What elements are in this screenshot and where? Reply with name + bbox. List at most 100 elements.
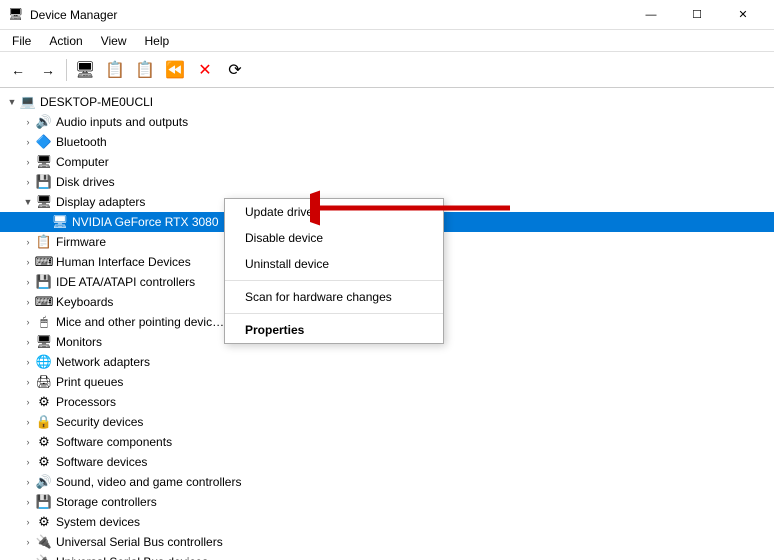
- tree-item-processors[interactable]: › ⚙ Processors: [0, 392, 774, 412]
- expand-softdev[interactable]: ›: [20, 454, 36, 470]
- toolbar-update[interactable]: 📋: [131, 56, 159, 84]
- tree-item-storage[interactable]: › 💾 Storage controllers: [0, 492, 774, 512]
- icon-bluetooth: 🔷: [36, 134, 52, 150]
- icon-nvidia: 🖥: [52, 214, 68, 230]
- icon-sysdev: ⚙: [36, 514, 52, 530]
- label-disk: Disk drives: [56, 175, 115, 189]
- expand-monitors[interactable]: ›: [20, 334, 36, 350]
- label-bluetooth: Bluetooth: [56, 135, 107, 149]
- label-network: Network adapters: [56, 355, 150, 369]
- title-bar-controls: — ☐ ✕: [628, 0, 766, 30]
- tree-item-disk[interactable]: › 💾 Disk drives: [0, 172, 774, 192]
- expand-processors[interactable]: ›: [20, 394, 36, 410]
- menu-action[interactable]: Action: [41, 32, 90, 50]
- expand-nvidia: [36, 214, 52, 230]
- context-menu: Update driver Disable device Uninstall d…: [224, 198, 444, 344]
- expand-display[interactable]: ▼: [20, 194, 36, 210]
- title-text: Device Manager: [30, 8, 117, 22]
- expand-mice[interactable]: ›: [20, 314, 36, 330]
- tree-item-computer[interactable]: › 🖥 Computer: [0, 152, 774, 172]
- ctx-sep-1: [225, 280, 443, 281]
- expand-sysdev[interactable]: ›: [20, 514, 36, 530]
- toolbar-scan[interactable]: ⟳: [221, 56, 249, 84]
- expand-keyboards[interactable]: ›: [20, 294, 36, 310]
- tree-item-sysdev[interactable]: › ⚙ System devices: [0, 512, 774, 532]
- tree-item-softcomp[interactable]: › ⚙ Software components: [0, 432, 774, 452]
- label-keyboards: Keyboards: [56, 295, 113, 309]
- minimize-button[interactable]: —: [628, 0, 674, 30]
- expand-softcomp[interactable]: ›: [20, 434, 36, 450]
- expand-print[interactable]: ›: [20, 374, 36, 390]
- menu-file[interactable]: File: [4, 32, 39, 50]
- expand-audio[interactable]: ›: [20, 114, 36, 130]
- icon-hid: ⌨: [36, 254, 52, 270]
- label-mice: Mice and other pointing devic…: [56, 315, 224, 329]
- toolbar-uninstall[interactable]: ✕: [191, 56, 219, 84]
- label-nvidia: NVIDIA GeForce RTX 3080: [72, 215, 219, 229]
- label-computer: Computer: [56, 155, 109, 169]
- tree-item-usb2[interactable]: › 🔌 Universal Serial Bus devices: [0, 552, 774, 560]
- expand-storage[interactable]: ›: [20, 494, 36, 510]
- tree-item-sound[interactable]: › 🔊 Sound, video and game controllers: [0, 472, 774, 492]
- tree-item-security[interactable]: › 🔒 Security devices: [0, 412, 774, 432]
- icon-security: 🔒: [36, 414, 52, 430]
- tree-item-network[interactable]: › 🌐 Network adapters: [0, 352, 774, 372]
- ctx-scan-hardware[interactable]: Scan for hardware changes: [225, 284, 443, 310]
- icon-network: 🌐: [36, 354, 52, 370]
- toolbar-properties[interactable]: 📋: [101, 56, 129, 84]
- toolbar-rollback[interactable]: ⏪: [161, 56, 189, 84]
- expand-bluetooth[interactable]: ›: [20, 134, 36, 150]
- label-softcomp: Software components: [56, 435, 172, 449]
- label-display: Display adapters: [56, 195, 145, 209]
- ctx-properties[interactable]: Properties: [225, 317, 443, 343]
- main-content: ▼ 💻 DESKTOP-ME0UCLI › 🔊 Audio inputs and…: [0, 88, 774, 560]
- tree-item-usb1[interactable]: › 🔌 Universal Serial Bus controllers: [0, 532, 774, 552]
- icon-mice: 🖱: [36, 314, 52, 330]
- menu-bar: File Action View Help: [0, 30, 774, 52]
- toolbar-computer[interactable]: 🖥: [71, 56, 99, 84]
- icon-sound: 🔊: [36, 474, 52, 490]
- icon-usb2: 🔌: [36, 554, 52, 560]
- tree-item-bluetooth[interactable]: › 🔷 Bluetooth: [0, 132, 774, 152]
- label-print: Print queues: [56, 375, 123, 389]
- close-button[interactable]: ✕: [720, 0, 766, 30]
- icon-print: 🖨: [36, 374, 52, 390]
- expand-hid[interactable]: ›: [20, 254, 36, 270]
- icon-display: 🖥: [36, 194, 52, 210]
- icon-processors: ⚙: [36, 394, 52, 410]
- expand-firmware[interactable]: ›: [20, 234, 36, 250]
- label-monitors: Monitors: [56, 335, 102, 349]
- icon-computer: 💻: [20, 94, 36, 110]
- toolbar-forward[interactable]: →: [34, 56, 62, 84]
- icon-softcomp: ⚙: [36, 434, 52, 450]
- expand-security[interactable]: ›: [20, 414, 36, 430]
- menu-view[interactable]: View: [93, 32, 135, 50]
- icon-storage: 💾: [36, 494, 52, 510]
- tree-item-root[interactable]: ▼ 💻 DESKTOP-ME0UCLI: [0, 92, 774, 112]
- tree-item-audio[interactable]: › 🔊 Audio inputs and outputs: [0, 112, 774, 132]
- icon-keyboards: ⌨: [36, 294, 52, 310]
- expand-root[interactable]: ▼: [4, 94, 20, 110]
- expand-computer[interactable]: ›: [20, 154, 36, 170]
- ctx-update-driver[interactable]: Update driver: [225, 199, 443, 225]
- toolbar-sep-1: [66, 59, 67, 81]
- expand-network[interactable]: ›: [20, 354, 36, 370]
- expand-usb1[interactable]: ›: [20, 534, 36, 550]
- expand-disk[interactable]: ›: [20, 174, 36, 190]
- maximize-button[interactable]: ☐: [674, 0, 720, 30]
- icon-usb1: 🔌: [36, 534, 52, 550]
- icon-firmware: 📋: [36, 234, 52, 250]
- menu-help[interactable]: Help: [137, 32, 178, 50]
- tree-item-softdev[interactable]: › ⚙ Software devices: [0, 452, 774, 472]
- ctx-uninstall-device[interactable]: Uninstall device: [225, 251, 443, 277]
- expand-usb2[interactable]: ›: [20, 554, 36, 560]
- icon-monitors: 🖥: [36, 334, 52, 350]
- label-usb1: Universal Serial Bus controllers: [56, 535, 223, 549]
- toolbar-back[interactable]: ←: [4, 56, 32, 84]
- icon-ide: 💾: [36, 274, 52, 290]
- title-bar-left: 🖥 Device Manager: [8, 7, 117, 23]
- tree-item-print[interactable]: › 🖨 Print queues: [0, 372, 774, 392]
- expand-sound[interactable]: ›: [20, 474, 36, 490]
- ctx-disable-device[interactable]: Disable device: [225, 225, 443, 251]
- expand-ide[interactable]: ›: [20, 274, 36, 290]
